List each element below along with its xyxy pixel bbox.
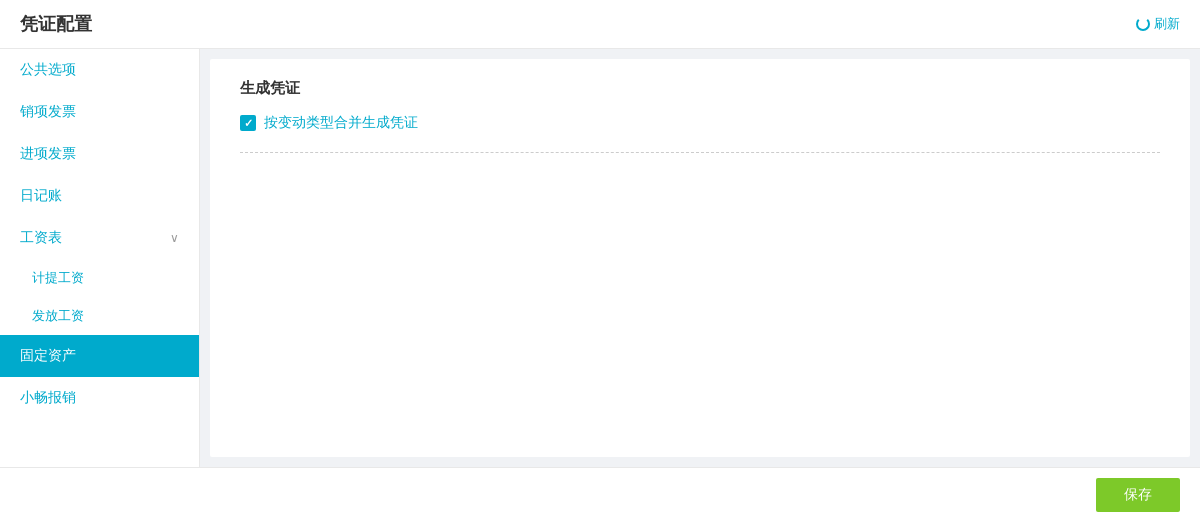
sidebar-item-purchase-invoice[interactable]: 进项发票 (0, 133, 199, 175)
page-title: 凭证配置 (20, 12, 92, 36)
sidebar-label-public-options: 公共选项 (20, 61, 76, 79)
section-title: 生成凭证 (240, 79, 1160, 98)
checkbox-label[interactable]: 按变动类型合并生成凭证 (264, 114, 418, 132)
sidebar-label-payroll-pay: 发放工资 (32, 308, 84, 323)
sidebar-item-expense-report[interactable]: 小畅报销 (0, 377, 199, 419)
checkbox-row: 按变动类型合并生成凭证 (240, 114, 1160, 132)
sidebar-item-payroll-calc[interactable]: 计提工资 (0, 259, 199, 297)
sidebar-item-public-options[interactable]: 公共选项 (0, 49, 199, 91)
header: 凭证配置 刷新 (0, 0, 1200, 49)
refresh-button[interactable]: 刷新 (1136, 15, 1180, 33)
content-area: 生成凭证 按变动类型合并生成凭证 (210, 59, 1190, 457)
section-divider (240, 152, 1160, 153)
sidebar-label-fixed-assets: 固定资产 (20, 347, 76, 365)
refresh-icon (1136, 17, 1150, 31)
page-wrapper: 凭证配置 刷新 公共选项 销项发票 进项发票 日记账 工资表 ∨ (0, 0, 1200, 522)
sidebar-item-payroll-pay[interactable]: 发放工资 (0, 297, 199, 335)
sidebar-label-journal: 日记账 (20, 187, 62, 205)
sidebar: 公共选项 销项发票 进项发票 日记账 工资表 ∨ 计提工资 发放工资 固定资 (0, 49, 200, 467)
merge-checkbox[interactable] (240, 115, 256, 131)
sidebar-label-payroll: 工资表 (20, 229, 62, 247)
chevron-down-icon: ∨ (170, 231, 179, 245)
sidebar-item-journal[interactable]: 日记账 (0, 175, 199, 217)
sidebar-label-payroll-calc: 计提工资 (32, 270, 84, 285)
sidebar-item-fixed-assets[interactable]: 固定资产 (0, 335, 199, 377)
sidebar-label-sales-invoice: 销项发票 (20, 103, 76, 121)
refresh-label: 刷新 (1154, 15, 1180, 33)
main-layout: 公共选项 销项发票 进项发票 日记账 工资表 ∨ 计提工资 发放工资 固定资 (0, 49, 1200, 467)
sidebar-item-sales-invoice[interactable]: 销项发票 (0, 91, 199, 133)
save-button[interactable]: 保存 (1096, 478, 1180, 512)
footer: 保存 (0, 467, 1200, 522)
sidebar-item-payroll[interactable]: 工资表 ∨ (0, 217, 199, 259)
sidebar-label-purchase-invoice: 进项发票 (20, 145, 76, 163)
sidebar-label-expense-report: 小畅报销 (20, 389, 76, 407)
